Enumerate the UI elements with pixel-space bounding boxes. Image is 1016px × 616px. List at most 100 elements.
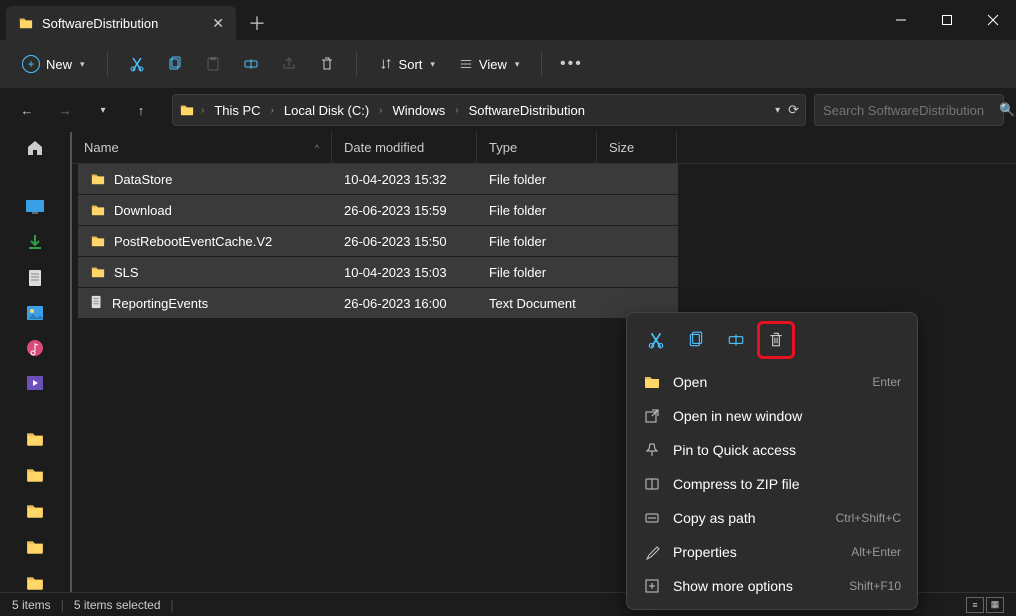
sidebar-videos[interactable] — [24, 375, 46, 391]
chevron-down-icon: ▾ — [515, 59, 520, 70]
new-tab-button[interactable]: ＋ — [240, 6, 274, 40]
search-box[interactable]: 🔍 — [814, 94, 1004, 126]
file-date: 10-04-2023 15:03 — [332, 265, 477, 280]
sidebar-folder[interactable] — [24, 502, 46, 520]
file-type: File folder — [477, 203, 597, 218]
toolbar: + New ▾ Sort ▾ View ▾ ••• — [0, 40, 1016, 88]
address-bar[interactable]: › This PC › Local Disk (C:) › Windows › … — [172, 94, 806, 126]
view-button[interactable]: View ▾ — [449, 47, 529, 81]
cut-button[interactable] — [120, 47, 154, 81]
sidebar-folder[interactable] — [24, 430, 46, 448]
separator: | — [61, 598, 64, 612]
separator — [107, 52, 108, 76]
search-input[interactable] — [823, 103, 999, 118]
sidebar-pictures[interactable] — [24, 305, 46, 321]
folder-icon — [90, 265, 106, 279]
sidebar-desktop[interactable] — [24, 199, 46, 215]
pin-icon — [643, 442, 661, 458]
share-button[interactable] — [272, 47, 306, 81]
folder-icon — [179, 103, 195, 117]
minimize-button[interactable] — [878, 0, 924, 40]
sort-button[interactable]: Sort ▾ — [369, 47, 445, 81]
sidebar-folder[interactable] — [24, 466, 46, 484]
tab-title: SoftwareDistribution — [42, 16, 204, 31]
file-name: ReportingEvents — [112, 296, 208, 311]
status-selected-count: 5 items selected — [74, 598, 161, 612]
context-delete-button[interactable] — [759, 323, 793, 357]
file-row[interactable]: SLS10-04-2023 15:03File folder — [78, 257, 678, 287]
file-row[interactable]: ReportingEvents26-06-2023 16:00Text Docu… — [78, 288, 678, 318]
back-button[interactable]: ← — [12, 95, 42, 125]
sidebar-documents[interactable] — [24, 269, 46, 287]
sidebar-music[interactable] — [24, 339, 46, 357]
more-button[interactable]: ••• — [554, 47, 588, 81]
context-shortcut: Enter — [872, 375, 901, 389]
refresh-button[interactable]: ⟳ — [788, 102, 799, 118]
close-tab-button[interactable]: ✕ — [212, 15, 224, 32]
plus-icon: + — [22, 55, 40, 73]
sidebar-downloads[interactable] — [24, 233, 46, 251]
view-details-button[interactable]: ≡ — [966, 597, 984, 613]
context-cut-button[interactable] — [639, 323, 673, 357]
context-item-pin-to-quick-access[interactable]: Pin to Quick access — [633, 433, 911, 467]
up-button[interactable]: ↑ — [126, 95, 156, 125]
delete-button[interactable] — [310, 47, 344, 81]
column-type[interactable]: Type — [477, 132, 597, 163]
file-row[interactable]: Download26-06-2023 15:59File folder — [78, 195, 678, 225]
breadcrumb[interactable]: Local Disk (C:) — [280, 101, 373, 120]
rename-button[interactable] — [234, 47, 268, 81]
maximize-button[interactable] — [924, 0, 970, 40]
paste-button[interactable] — [196, 47, 230, 81]
file-type: File folder — [477, 234, 597, 249]
title-bar: SoftwareDistribution ✕ ＋ — [0, 0, 1016, 40]
context-item-properties[interactable]: PropertiesAlt+Enter — [633, 535, 911, 569]
breadcrumb[interactable]: SoftwareDistribution — [465, 101, 589, 120]
column-date[interactable]: Date modified — [332, 132, 477, 163]
context-copy-button[interactable] — [679, 323, 713, 357]
newwin-icon — [643, 408, 661, 424]
chevron-right-icon: › — [377, 105, 384, 116]
copy-button[interactable] — [158, 47, 192, 81]
chevron-right-icon: › — [199, 105, 206, 116]
file-name: Download — [114, 203, 172, 218]
breadcrumb[interactable]: This PC — [210, 101, 264, 120]
document-icon — [90, 294, 104, 313]
sidebar-folder[interactable] — [24, 574, 46, 592]
sidebar-home[interactable] — [24, 138, 46, 158]
forward-button[interactable]: → — [50, 95, 80, 125]
column-size[interactable]: Size — [597, 132, 677, 163]
close-window-button[interactable] — [970, 0, 1016, 40]
sidebar-folder[interactable] — [24, 538, 46, 556]
sort-icon — [379, 57, 393, 71]
separator — [356, 52, 357, 76]
chevron-right-icon: › — [269, 105, 276, 116]
column-headers: Name^ Date modified Type Size — [72, 132, 1016, 164]
window-tab[interactable]: SoftwareDistribution ✕ — [6, 6, 236, 40]
file-row[interactable]: DataStore10-04-2023 15:32File folder — [78, 164, 678, 194]
chevron-right-icon: › — [453, 105, 460, 116]
folder-icon — [18, 16, 34, 30]
file-date: 10-04-2023 15:32 — [332, 172, 477, 187]
chevron-down-icon[interactable]: ▾ — [775, 105, 780, 116]
folder-icon — [90, 234, 106, 248]
view-large-button[interactable]: ▦ — [986, 597, 1004, 613]
context-item-show-more-options[interactable]: Show more optionsShift+F10 — [633, 569, 911, 603]
context-shortcut: Alt+Enter — [851, 545, 901, 559]
more-icon — [643, 578, 661, 594]
file-date: 26-06-2023 15:50 — [332, 234, 477, 249]
folder-icon — [643, 374, 661, 390]
recent-button[interactable]: ▾ — [88, 95, 118, 125]
new-label: New — [46, 57, 72, 72]
column-name[interactable]: Name^ — [72, 132, 332, 163]
context-menu: OpenEnterOpen in new windowPin to Quick … — [626, 312, 918, 610]
context-item-open[interactable]: OpenEnter — [633, 365, 911, 399]
context-rename-button[interactable] — [719, 323, 753, 357]
context-item-copy-as-path[interactable]: Copy as pathCtrl+Shift+C — [633, 501, 911, 535]
context-item-compress-to-zip-file[interactable]: Compress to ZIP file — [633, 467, 911, 501]
file-name: PostRebootEventCache.V2 — [114, 234, 272, 249]
new-button[interactable]: + New ▾ — [12, 47, 95, 81]
context-item-open-in-new-window[interactable]: Open in new window — [633, 399, 911, 433]
file-row[interactable]: PostRebootEventCache.V2 26-06-2023 15:50F… — [78, 226, 678, 256]
file-type: File folder — [477, 265, 597, 280]
breadcrumb[interactable]: Windows — [389, 101, 450, 120]
